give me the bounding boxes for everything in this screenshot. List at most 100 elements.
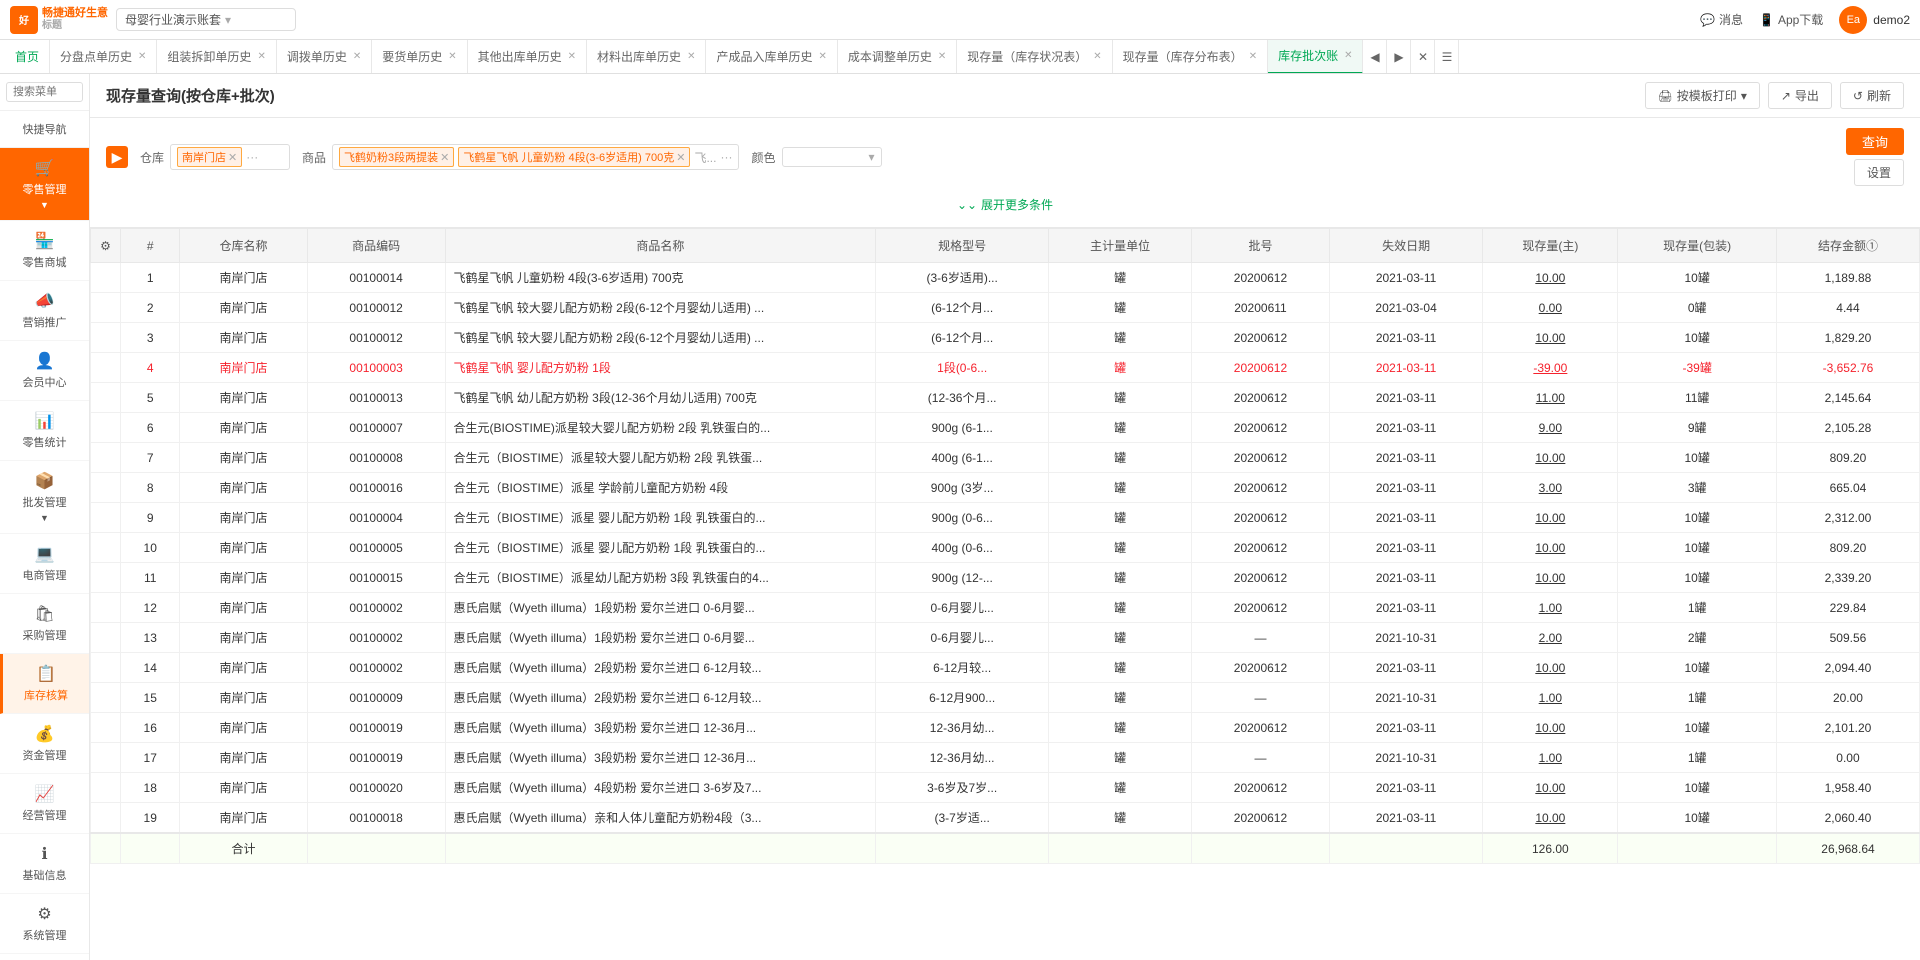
sidebar-item-label: 库存核算 [24, 687, 68, 703]
tab-cailiao[interactable]: 材料出库单历史 ✕ [587, 40, 706, 74]
cell-qty-main[interactable]: 1.00 [1483, 743, 1618, 773]
sidebar-item-inventory[interactable]: 📋 库存核算 [0, 654, 89, 714]
col-settings[interactable]: ⚙ [91, 229, 121, 263]
cell-qty-main[interactable]: -39.00 [1483, 353, 1618, 383]
expand-down-icon: ⌄⌄ [957, 198, 977, 212]
cell-qty-main[interactable]: 0.00 [1483, 293, 1618, 323]
search-input[interactable] [6, 82, 83, 102]
cell-settings [91, 593, 121, 623]
tab-xianzai1[interactable]: 现存量（库存状况表） ✕ [957, 40, 1112, 74]
settings-button[interactable]: 设置 [1854, 159, 1904, 186]
tab-menu-button[interactable]: ☰ [1435, 40, 1459, 74]
cell-qty-main[interactable]: 10.00 [1483, 653, 1618, 683]
sidebar-item-purchase[interactable]: 🛍 采购管理 [0, 594, 89, 654]
cell-batch: 20200612 [1192, 383, 1330, 413]
color-label: 颜色 [751, 149, 775, 166]
remove-icon[interactable]: ✕ [228, 151, 237, 164]
sidebar-item-retail-shop[interactable]: 🏪 零售商城 [0, 221, 89, 281]
tab-close-icon[interactable]: ✕ [1093, 51, 1101, 62]
remove-icon[interactable]: ✕ [440, 151, 449, 164]
remove-icon[interactable]: ✕ [676, 151, 685, 164]
expand-conditions-button[interactable]: ⌄⌄ 展开更多条件 [106, 192, 1904, 217]
cell-qty-main[interactable]: 10.00 [1483, 773, 1618, 803]
more-icon: ··· [720, 150, 732, 164]
tab-prev-button[interactable]: ◀ [1363, 40, 1387, 74]
sidebar-item-system[interactable]: ⚙ 系统管理 [0, 894, 89, 954]
cell-settings [91, 293, 121, 323]
cell-name: 合生元（BIOSTIME）派星 学龄前儿童配方奶粉 4段 [445, 473, 876, 503]
tab-close-all-button[interactable]: ✕ [1411, 40, 1435, 74]
sidebar-item-retail-stats[interactable]: 📊 零售统计 [0, 401, 89, 461]
expand-filter-button[interactable]: ▶ [106, 146, 128, 168]
tab-chengben[interactable]: 成本调整单历史 ✕ [838, 40, 957, 74]
cell-spec: 12-36月幼... [876, 743, 1049, 773]
cell-qty-main[interactable]: 10.00 [1483, 803, 1618, 834]
cell-qty-main[interactable]: 10.00 [1483, 263, 1618, 293]
sidebar-item-operations[interactable]: 📈 经营管理 [0, 774, 89, 834]
sidebar-quick-nav[interactable]: 快捷导航 [0, 111, 89, 148]
tab-pizhang[interactable]: 库存批次账 ✕ [1268, 40, 1363, 74]
user-area[interactable]: Ea demo2 [1839, 6, 1910, 34]
product-tag-container[interactable]: 飞鹤奶粉3段两提装 ✕ 飞鹤星飞帆 儿童奶粉 4段(3-6岁适用) 700克 ✕… [332, 144, 739, 170]
tab-close-icon[interactable]: ✕ [138, 51, 146, 62]
tab-home[interactable]: 首页 [5, 40, 50, 74]
tab-yaohuo[interactable]: 要货单历史 ✕ [372, 40, 467, 74]
cell-expire: 2021-03-11 [1329, 593, 1482, 623]
message-button[interactable]: 💬 消息 [1700, 11, 1743, 28]
cell-qty-main[interactable]: 10.00 [1483, 443, 1618, 473]
tab-zuhe[interactable]: 组装拆卸单历史 ✕ [157, 40, 276, 74]
tab-fenpen[interactable]: 分盘点单历史 ✕ [50, 40, 157, 74]
search-button[interactable]: 查询 [1846, 128, 1904, 155]
tab-close-icon[interactable]: ✕ [448, 51, 456, 62]
cell-unit: 罐 [1049, 413, 1192, 443]
cell-name: 惠氏启赋（Wyeth illuma）3段奶粉 爱尔兰进口 12-36月... [445, 713, 876, 743]
tab-close-icon[interactable]: ✕ [687, 51, 695, 62]
cell-qty-main[interactable]: 2.00 [1483, 623, 1618, 653]
tab-next-button[interactable]: ▶ [1387, 40, 1411, 74]
sidebar-item-wholesale[interactable]: 📦 批发管理 ▼ [0, 461, 89, 534]
refresh-button[interactable]: ↺ 刷新 [1840, 82, 1904, 109]
sidebar-item-member[interactable]: 👤 会员中心 [0, 341, 89, 401]
tab-qita[interactable]: 其他出库单历史 ✕ [468, 40, 587, 74]
cell-qty-main[interactable]: 10.00 [1483, 713, 1618, 743]
cell-settings [91, 503, 121, 533]
sidebar-item-retail-mgmt[interactable]: 🛒 零售管理 ▼ [0, 148, 89, 221]
sidebar-item-basic-info[interactable]: ℹ 基础信息 [0, 834, 89, 894]
cell-spec: 900g (12-... [876, 563, 1049, 593]
cell-qty-main[interactable]: 11.00 [1483, 383, 1618, 413]
tab-close-icon[interactable]: ✕ [257, 51, 265, 62]
sidebar-item-finance[interactable]: 💰 资金管理 [0, 714, 89, 774]
cell-qty-main[interactable]: 10.00 [1483, 503, 1618, 533]
tab-chanpin[interactable]: 产成品入库单历史 ✕ [706, 40, 837, 74]
color-tag-container[interactable]: ▾ [782, 147, 882, 167]
message-icon: 💬 [1700, 13, 1715, 27]
cell-settings [91, 713, 121, 743]
export-button[interactable]: ↗ 导出 [1768, 82, 1832, 109]
tab-close-icon[interactable]: ✕ [1249, 51, 1257, 62]
cell-qty-main[interactable]: 10.00 [1483, 563, 1618, 593]
warehouse-tag-container[interactable]: 南岸门店 ✕ ··· [170, 144, 290, 170]
tab-close-icon[interactable]: ✕ [938, 51, 946, 62]
cell-qty-main[interactable]: 1.00 [1483, 593, 1618, 623]
warehouse-tag: 南岸门店 ✕ [177, 147, 242, 167]
sidebar-item-ecommerce[interactable]: 💻 电商管理 [0, 534, 89, 594]
tab-close-icon[interactable]: ✕ [353, 51, 361, 62]
cell-index: 10 [121, 533, 180, 563]
workspace-selector[interactable]: 母婴行业演示账套 ▾ [116, 8, 296, 31]
tab-close-icon[interactable]: ✕ [1344, 50, 1352, 61]
cell-qty-main[interactable]: 10.00 [1483, 533, 1618, 563]
sidebar-item-marketing[interactable]: 📣 营销推广 [0, 281, 89, 341]
tab-close-icon[interactable]: ✕ [818, 51, 826, 62]
sidebar-item-collab[interactable]: 🤝 企业协同 [0, 954, 89, 960]
tab-xianzai2[interactable]: 现存量（库存分布表） ✕ [1113, 40, 1268, 74]
cell-qty-main[interactable]: 10.00 [1483, 323, 1618, 353]
tab-tiaopi[interactable]: 调拨单历史 ✕ [277, 40, 372, 74]
cell-qty-main[interactable]: 1.00 [1483, 683, 1618, 713]
app-download-button[interactable]: 📱 App下载 [1759, 11, 1823, 28]
tab-close-icon[interactable]: ✕ [568, 51, 576, 62]
cell-qty-main[interactable]: 9.00 [1483, 413, 1618, 443]
print-button[interactable]: 🖨 按模板打印 ▾ [1645, 82, 1760, 109]
cell-batch: 20200612 [1192, 803, 1330, 834]
cell-qty-main[interactable]: 3.00 [1483, 473, 1618, 503]
cell-warehouse: 南岸门店 [180, 293, 307, 323]
